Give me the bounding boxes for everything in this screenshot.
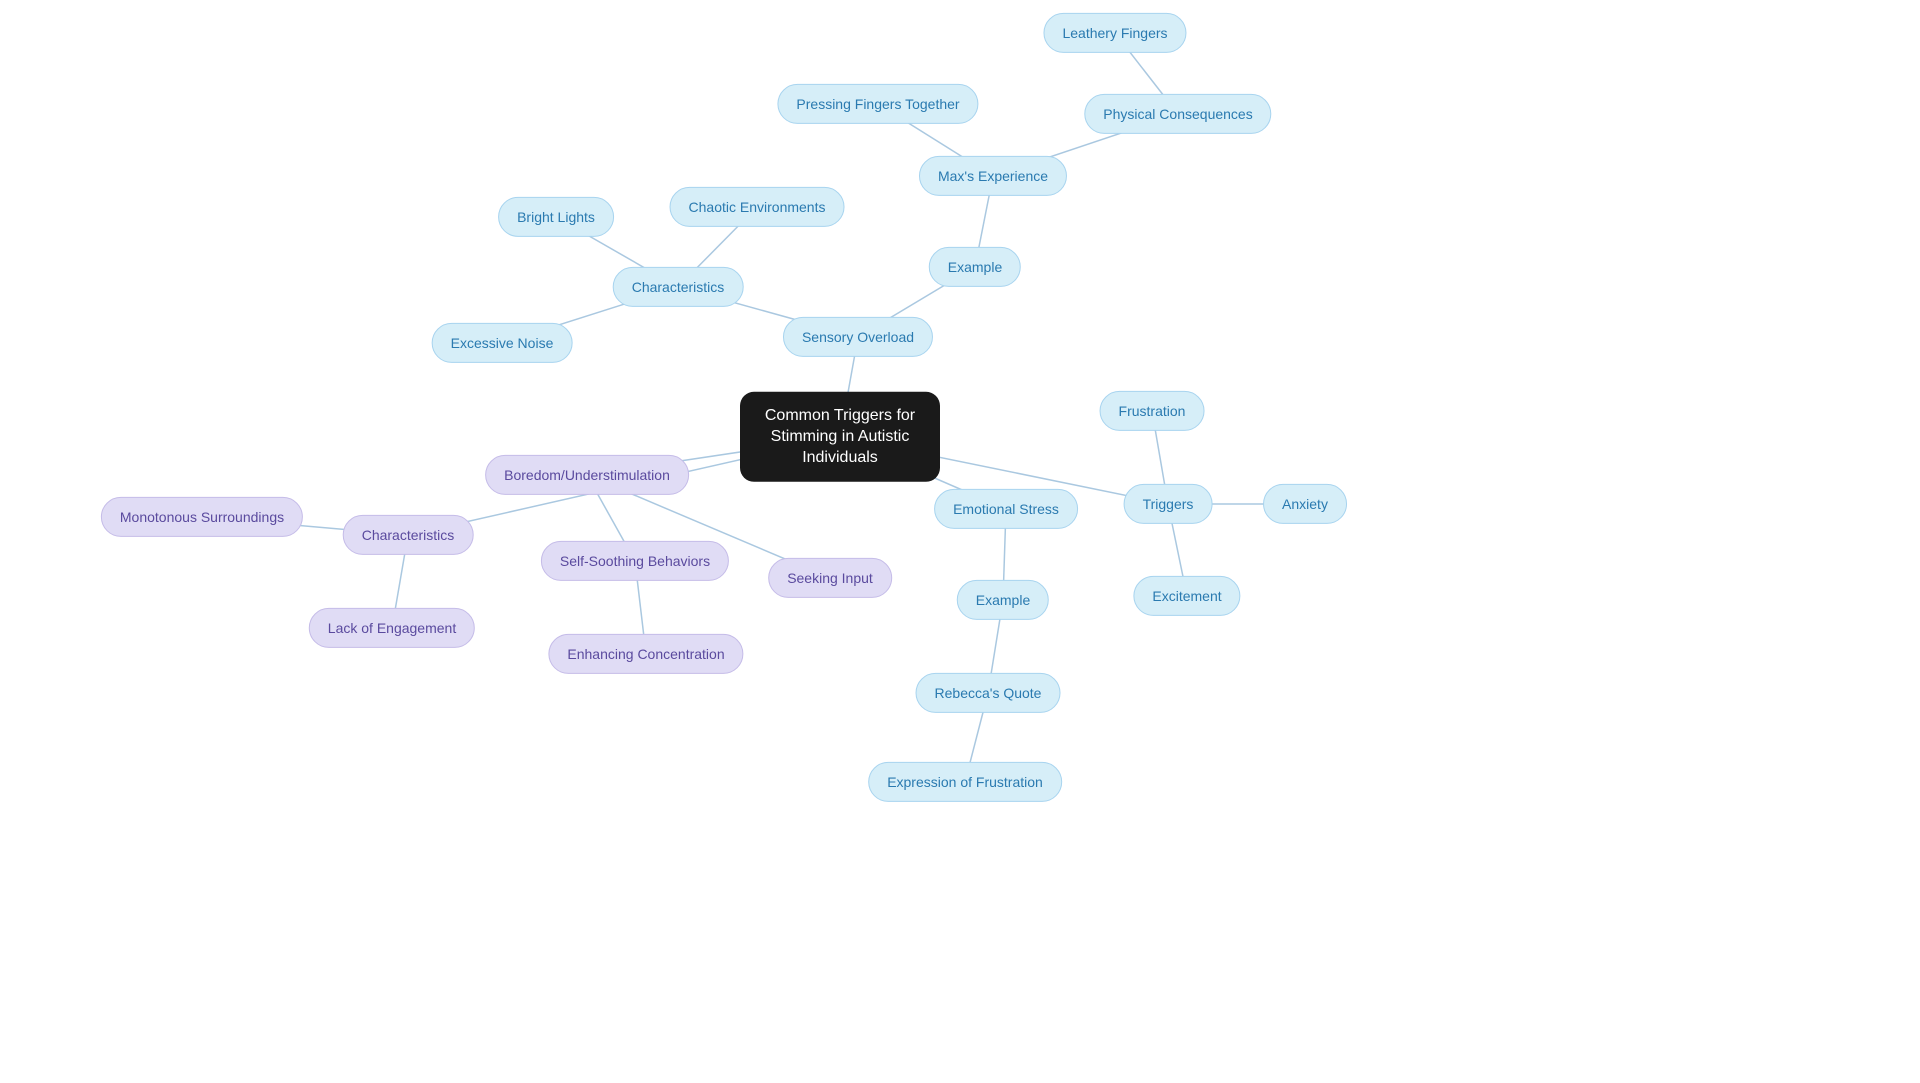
node-excitement: Excitement	[1133, 576, 1240, 616]
node-emotionalStress: Emotional Stress	[934, 489, 1078, 529]
node-excessiveNoise: Excessive Noise	[432, 323, 573, 363]
node-triggers: Triggers	[1124, 484, 1213, 524]
node-example_bottom: Example	[957, 580, 1049, 620]
node-center: Common Triggers for Stimming in Autistic…	[740, 392, 940, 482]
node-brightLights: Bright Lights	[498, 197, 614, 237]
node-characteristics_top: Characteristics	[613, 267, 744, 307]
node-pressingFingers: Pressing Fingers Together	[777, 84, 978, 124]
node-example_top: Example	[929, 247, 1021, 287]
node-enhancingConcentration: Enhancing Concentration	[548, 634, 743, 674]
node-physicalConsequences: Physical Consequences	[1084, 94, 1271, 134]
node-maxExperience: Max's Experience	[919, 156, 1067, 196]
mind-map: Common Triggers for Stimming in Autistic…	[0, 0, 1920, 1083]
node-chaoticEnv: Chaotic Environments	[670, 187, 845, 227]
node-rebeccaQuote: Rebecca's Quote	[916, 673, 1061, 713]
node-sensoryOverload: Sensory Overload	[783, 317, 933, 357]
node-characteristics_bottom: Characteristics	[343, 515, 474, 555]
node-frustration: Frustration	[1100, 391, 1205, 431]
node-boredom: Boredom/Understimulation	[485, 455, 689, 495]
node-expressionFrustration: Expression of Frustration	[868, 762, 1062, 802]
node-seekingInput: Seeking Input	[768, 558, 892, 598]
node-leatheryFingers: Leathery Fingers	[1043, 13, 1186, 53]
node-anxiety: Anxiety	[1263, 484, 1347, 524]
node-monotonoussurroundings: Monotonous Surroundings	[101, 497, 303, 537]
node-selfSoothing: Self-Soothing Behaviors	[541, 541, 729, 581]
node-lackEngagement: Lack of Engagement	[309, 608, 475, 648]
